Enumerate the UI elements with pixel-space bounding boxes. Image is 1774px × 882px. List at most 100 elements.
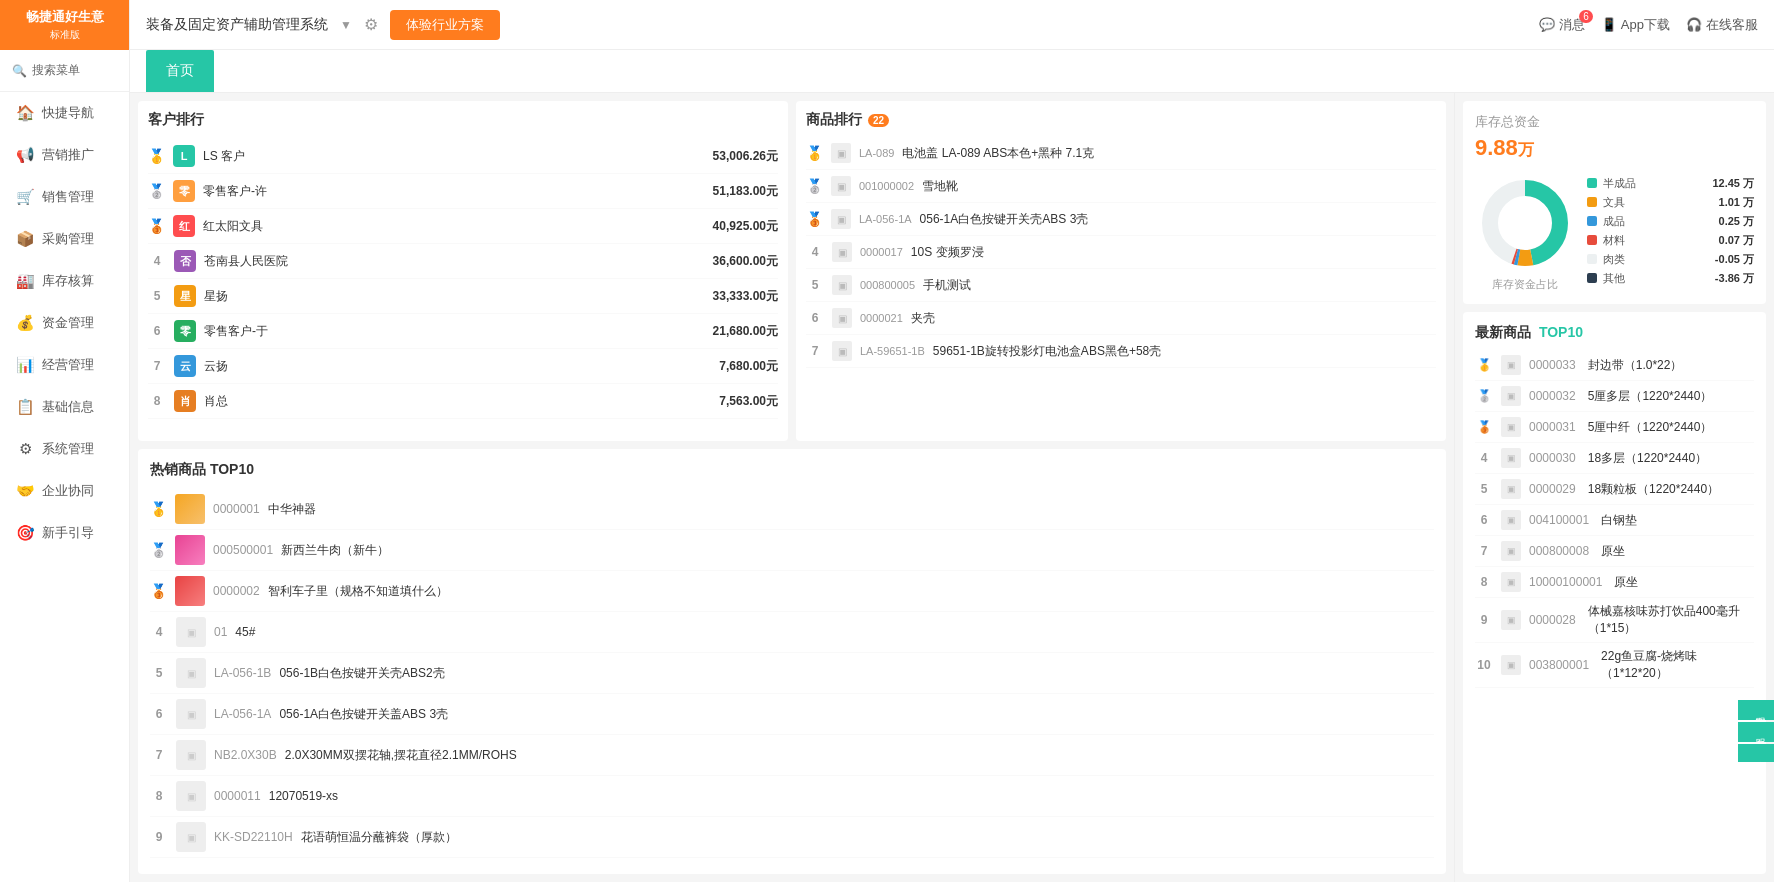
rank-name: LS 客户	[203, 148, 705, 165]
rank-num: 4	[148, 254, 166, 268]
nav-icon-0: 🏠	[16, 104, 34, 122]
tab-home[interactable]: 首页	[146, 50, 214, 92]
app-download-btn[interactable]: 📱 App下载	[1601, 16, 1670, 34]
legend-name: 半成品	[1603, 176, 1706, 191]
rank-badge: 云	[174, 355, 196, 377]
nav-label-10: 新手引导	[42, 524, 94, 542]
nav-icon-3: 📦	[16, 230, 34, 248]
dropdown-arrow[interactable]: ▼	[340, 18, 352, 32]
product-icon-sm: ▣	[1501, 479, 1521, 499]
sidebar-item-营销推广[interactable]: 📢营销推广	[0, 134, 129, 176]
product-ranking-card: 商品排行 22 🥇 ▣ LA-089 电池盖 LA-089 ABS本色+黑种 7…	[796, 101, 1446, 441]
product-rank-item: 6 ▣ 0000021 夹壳	[806, 302, 1436, 335]
sidebar-item-基础信息[interactable]: 📋基础信息	[0, 386, 129, 428]
legend-item: 材料 0.07 万	[1587, 233, 1754, 248]
rank-num: 10	[1475, 658, 1493, 672]
sidebar: 畅捷通好生意 标准版 🔍 搜索菜单 🏠快捷导航📢营销推广🛒销售管理📦采购管理🏭库…	[0, 0, 130, 882]
customer-rank-list: 🥇 L LS 客户 53,006.26元 🥈 零 零售客户-许 51,183.0…	[148, 139, 778, 419]
hot-product-item: 🥈 000500001 新西兰牛肉（新牛）	[150, 530, 1434, 571]
rank-num: 6	[806, 311, 824, 325]
rank-num: 9	[150, 830, 168, 844]
app-download-label: App下载	[1621, 16, 1670, 34]
product-code: 000500001	[213, 543, 273, 557]
rank-num: 8	[1475, 575, 1493, 589]
float-customer-service-btn[interactable]: 客服热线	[1738, 700, 1774, 720]
settings-icon[interactable]: ⚙	[364, 15, 378, 34]
hot-products-section: 热销商品 TOP10 🥇 0000001 中华神器 🥈 000500001 新西…	[138, 449, 1446, 874]
nav-label-9: 企业协同	[42, 482, 94, 500]
sidebar-item-采购管理[interactable]: 📦采购管理	[0, 218, 129, 260]
rank-num: 4	[806, 245, 824, 259]
sidebar-item-新手引导[interactable]: 🎯新手引导	[0, 512, 129, 554]
rank-name: 红太阳文具	[203, 218, 705, 235]
search-menu-btn[interactable]: 🔍 搜索菜单	[8, 58, 121, 83]
rank-amount: 21,680.00元	[713, 323, 778, 340]
product-code: NB2.0X30B	[214, 748, 277, 762]
rank-name: 云扬	[204, 358, 711, 375]
headset-icon: 🎧	[1686, 17, 1702, 32]
online-service-label: 在线客服	[1706, 16, 1758, 34]
newest-code: 0000033	[1529, 358, 1576, 372]
rank-num: 8	[150, 789, 168, 803]
hot-product-item: 🥇 0000001 中华神器	[150, 489, 1434, 530]
legend-value: 0.07 万	[1719, 233, 1754, 248]
float-community-btn[interactable]: 服务社区	[1738, 722, 1774, 742]
product-icon-sm: ▣	[1501, 541, 1521, 561]
product-thumb	[175, 494, 205, 524]
logo-title: 畅捷通好生意	[26, 8, 104, 26]
legend-value: 0.25 万	[1719, 214, 1754, 229]
sidebar-item-销售管理[interactable]: 🛒销售管理	[0, 176, 129, 218]
rank-num: 6	[1475, 513, 1493, 527]
legend-value: 12.45 万	[1712, 176, 1754, 191]
newest-item: 8 ▣ 10000100001 原坐	[1475, 567, 1754, 598]
product-code: LA-056-1B	[214, 666, 271, 680]
messages-btn[interactable]: 💬 消息 6	[1539, 16, 1585, 34]
rank-badge: L	[173, 145, 195, 167]
sidebar-item-库存核算[interactable]: 🏭库存核算	[0, 260, 129, 302]
medal-gold: 🥇	[150, 501, 167, 517]
inventory-header: 库存总资金	[1475, 113, 1754, 131]
product-name: 新西兰牛肉（新牛）	[281, 542, 1434, 559]
sidebar-search-section[interactable]: 🔍 搜索菜单	[0, 50, 129, 92]
newest-products-title: 最新商品 TOP10	[1475, 324, 1754, 342]
rank-name: 星扬	[204, 288, 705, 305]
newest-item: 4 ▣ 0000030 18多层（1220*2440）	[1475, 443, 1754, 474]
nav-icon-4: 🏭	[16, 272, 34, 290]
sidebar-item-资金管理[interactable]: 💰资金管理	[0, 302, 129, 344]
rank-num: 8	[148, 394, 166, 408]
system-title: 装备及固定资产辅助管理系统	[146, 16, 328, 34]
hot-product-item: 🥉 0000002 智利车子里（规格不知道填什么）	[150, 571, 1434, 612]
legend-value: -0.05 万	[1715, 252, 1754, 267]
trial-btn[interactable]: 体验行业方案	[390, 10, 500, 40]
rank-num: 5	[148, 289, 166, 303]
sidebar-item-快捷导航[interactable]: 🏠快捷导航	[0, 92, 129, 134]
customer-rank-item: 8 肖 肖总 7,563.00元	[148, 384, 778, 419]
inventory-unit: 万	[1518, 141, 1534, 158]
sidebar-logo: 畅捷通好生意 标准版	[0, 0, 129, 50]
sidebar-item-经营管理[interactable]: 📊经营管理	[0, 344, 129, 386]
product-icon-sm: ▣	[1501, 417, 1521, 437]
float-live-btn[interactable]: 直播	[1738, 744, 1774, 762]
float-service: 客服热线 服务社区 直播	[1738, 700, 1774, 762]
product-code: 0000001	[213, 502, 260, 516]
product-name: 2.0X30MM双摆花轴,摆花直径2.1MM/ROHS	[285, 747, 1434, 764]
donut-chart-container: 库存资金占比 半成品 12.45 万 文具 1.01 万 成品 0.25 万 材…	[1475, 173, 1754, 292]
legend-item: 文具 1.01 万	[1587, 195, 1754, 210]
newest-item: 9 ▣ 0000028 体械嘉核味苏打饮品400毫升（1*15）	[1475, 598, 1754, 643]
product-icon-sm: ▣	[1501, 448, 1521, 468]
product-thumb: ▣	[176, 822, 206, 852]
rank-num: 6	[150, 707, 168, 721]
online-service-btn[interactable]: 🎧 在线客服	[1686, 16, 1758, 34]
sidebar-item-企业协同[interactable]: 🤝企业协同	[0, 470, 129, 512]
newest-code: 0000032	[1529, 389, 1576, 403]
nav-icon-2: 🛒	[16, 188, 34, 206]
rank-badge: 零	[173, 180, 195, 202]
newest-name: 白钢垫	[1601, 512, 1754, 529]
rank-amount: 33,333.00元	[713, 288, 778, 305]
newest-name: 5厘多层（1220*2440）	[1588, 388, 1754, 405]
newest-list: 🥇 ▣ 0000033 封边带（1.0*22） 🥈 ▣ 0000032 5厘多层…	[1475, 350, 1754, 688]
customer-ranking-label: 客户排行	[148, 111, 204, 129]
sidebar-item-系统管理[interactable]: ⚙系统管理	[0, 428, 129, 470]
rank-amount: 51,183.00元	[713, 183, 778, 200]
rank-num: 7	[150, 748, 168, 762]
